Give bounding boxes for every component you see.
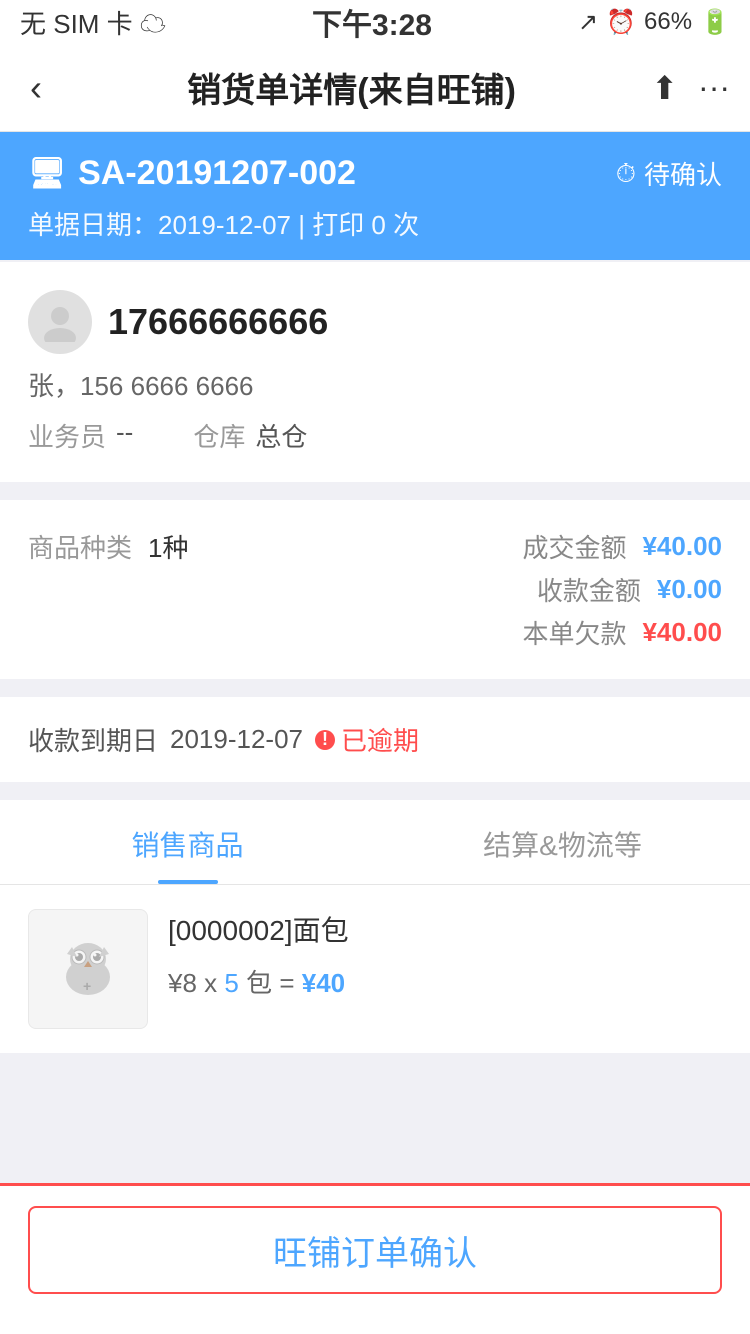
product-type-label: 商品种类 [28, 528, 132, 565]
order-id-text: SA-20191207-002 [78, 154, 356, 193]
equals-sign: = [279, 968, 301, 998]
amounts: 成交金额 ¥40.00 收款金额 ¥0.00 本单欠款 ¥40.00 [522, 528, 722, 651]
status-clock-icon: ⏱ [616, 158, 636, 190]
user-icon [40, 302, 80, 342]
salesperson-value: -- [116, 417, 133, 454]
nav-actions: ⬆ ··· [651, 69, 730, 107]
summary-section: 商品种类 1种 成交金额 ¥40.00 收款金额 ¥0.00 本单欠款 ¥40.… [0, 500, 750, 679]
transaction-amount: 成交金额 ¥40.00 [522, 528, 722, 565]
order-status: ⏱ 待确认 [616, 155, 722, 192]
tab-sales-label: 销售商品 [131, 830, 243, 861]
salesperson-label: 业务员 [28, 417, 106, 454]
product-type: 商品种类 1种 [28, 528, 188, 565]
product-details: [0000002]面包 ¥8 x 5 包 = ¥40 [168, 909, 722, 1000]
overdue-badge: ! 已逾期 [315, 721, 419, 758]
divider-3 [0, 784, 750, 800]
confirm-button[interactable]: 旺铺订单确认 [28, 1206, 722, 1294]
customer-phone: 17666666666 [108, 301, 328, 343]
price-separator: x [204, 968, 224, 998]
due-date-label: 收款到期日 [28, 721, 158, 758]
salesperson-item: 业务员 -- [28, 417, 133, 454]
tab-settlement[interactable]: 结算&物流等 [375, 800, 750, 884]
owed-amount: 本单欠款 ¥40.00 [522, 614, 722, 651]
warehouse-label: 仓库 [193, 417, 245, 454]
battery-level: 66% [644, 8, 692, 36]
order-status-text: 待确认 [644, 155, 722, 192]
due-date-section: 收款到期日 2019-12-07 ! 已逾期 [0, 697, 750, 782]
order-date: 单据日期：2019-12-07 | 打印 0 次 [28, 205, 722, 242]
back-button[interactable]: ‹ [20, 57, 52, 119]
transaction-label: 成交金额 [522, 528, 626, 565]
divider-2 [0, 681, 750, 697]
owed-value: ¥40.00 [642, 617, 722, 648]
order-icon: 🖥 [28, 156, 66, 191]
product-unit: 包 [246, 968, 272, 998]
more-button[interactable]: ··· [698, 69, 730, 106]
product-list: + [0000002]面包 ¥8 x 5 包 = ¥40 [0, 885, 750, 1053]
warehouse-value: 总仓 [255, 417, 307, 454]
owed-label: 本单欠款 [522, 614, 626, 651]
order-id: 🖥 SA-20191207-002 [28, 154, 356, 193]
avatar [28, 290, 92, 354]
product-price: ¥8 x 5 包 = ¥40 [168, 963, 722, 1000]
tab-settlement-label: 结算&物流等 [483, 830, 642, 861]
customer-contact: 张，156 6666 6666 [28, 366, 722, 403]
sim-status: 无 SIM 卡 ☁ [20, 4, 166, 41]
tabs-section: 销售商品 结算&物流等 [0, 800, 750, 1053]
page-title: 销货单详情(来自旺铺) [52, 63, 651, 112]
alarm-icon: ⏰ [606, 8, 636, 37]
order-header: 🖥 SA-20191207-002 ⏱ 待确认 单据日期：2019-12-07 … [0, 132, 750, 260]
product-total: ¥40 [302, 968, 345, 998]
due-date-value: 2019-12-07 [170, 724, 303, 755]
transaction-value: ¥40.00 [642, 531, 722, 562]
location-icon: ↗ [578, 8, 598, 37]
status-right: ↗ ⏰ 66% 🔋 [578, 8, 730, 37]
received-label: 收款金额 [537, 571, 641, 608]
svg-text:+: + [83, 978, 91, 994]
warehouse-item: 仓库 总仓 [193, 417, 307, 454]
unit-price: ¥8 [168, 968, 197, 998]
product-qty: 5 [224, 968, 238, 998]
divider-1 [0, 484, 750, 500]
received-amount: 收款金额 ¥0.00 [537, 571, 722, 608]
tabs-bar: 销售商品 结算&物流等 [0, 800, 750, 885]
received-value: ¥0.00 [657, 574, 722, 605]
product-thumbnail: + [28, 909, 148, 1029]
customer-meta: 业务员 -- 仓库 总仓 [28, 417, 722, 454]
product-name: [0000002]面包 [168, 909, 722, 949]
nav-bar: ‹ 销货单详情(来自旺铺) ⬆ ··· [0, 44, 750, 132]
battery-icon: 🔋 [700, 8, 730, 37]
share-button[interactable]: ⬆ [651, 69, 678, 107]
status-time: 下午3:28 [312, 0, 432, 44]
product-item: + [0000002]面包 ¥8 x 5 包 = ¥40 [28, 909, 722, 1029]
owl-icon: + [53, 939, 123, 999]
product-type-value: 1种 [148, 528, 188, 565]
customer-section: 17666666666 张，156 6666 6666 业务员 -- 仓库 总仓 [0, 262, 750, 482]
bottom-bar: 旺铺订单确认 [0, 1183, 750, 1334]
overdue-text: 已逾期 [341, 721, 419, 758]
overdue-icon: ! [315, 730, 335, 750]
status-left: 无 SIM 卡 ☁ [20, 4, 166, 41]
product-owl-logo: + [53, 939, 123, 999]
tab-sales-products[interactable]: 销售商品 [0, 800, 375, 884]
status-bar: 无 SIM 卡 ☁ 下午3:28 ↗ ⏰ 66% 🔋 [0, 0, 750, 44]
